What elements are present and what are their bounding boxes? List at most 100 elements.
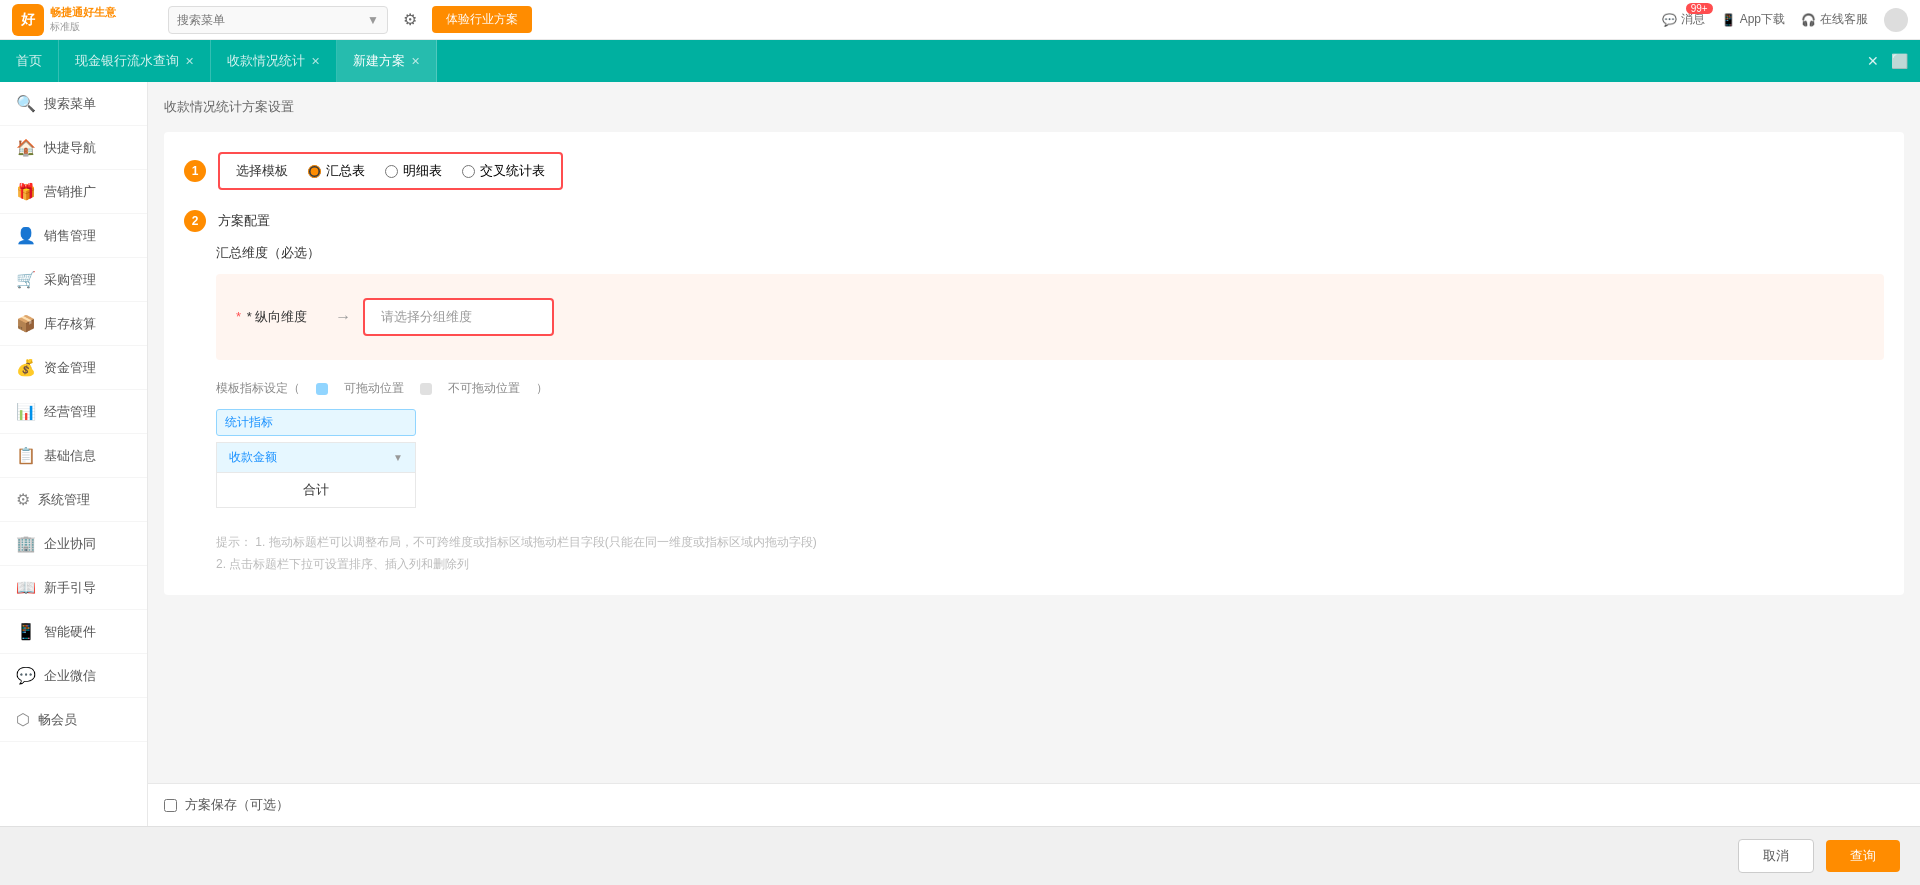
- app-download-button[interactable]: 📱 App下载: [1721, 11, 1785, 28]
- mobile-icon: 📱: [16, 622, 36, 641]
- dropdown-icon[interactable]: ▼: [367, 13, 379, 27]
- clipboard-icon: 📋: [16, 446, 36, 465]
- step1-row: 1 选择模板 汇总表 明细表: [184, 152, 1884, 190]
- sidebar-item-basic[interactable]: 📋 基础信息: [0, 434, 147, 478]
- sidebar-item-finance[interactable]: 💰 资金管理: [0, 346, 147, 390]
- config-section: 汇总维度（必选） * * 纵向维度 → 请选择分组维度 模板指标设定（: [216, 244, 1884, 575]
- arrow-icon: →: [335, 308, 351, 326]
- search-icon: 🔍: [16, 94, 36, 113]
- radio-crosstab-input[interactable]: [462, 165, 475, 178]
- step1-number: 1: [184, 160, 206, 182]
- sidebar-item-wechat[interactable]: 💬 企业微信: [0, 654, 147, 698]
- logo-icon: 好: [12, 4, 44, 36]
- sidebar-item-purchase[interactable]: 🛒 采购管理: [0, 258, 147, 302]
- save-option-label[interactable]: 方案保存（可选）: [185, 796, 289, 814]
- book-icon: 📖: [16, 578, 36, 597]
- dimension-area: * * 纵向维度 → 请选择分组维度: [216, 274, 1884, 360]
- tab-actions: ✕ ⬜: [1855, 53, 1920, 69]
- tip-line2: 2. 点击标题栏下拉可设置排序、插入列和删除列: [216, 554, 1884, 576]
- step1-label: 选择模板: [236, 162, 288, 180]
- content-area: 收款情况统计方案设置 1 选择模板 汇总表: [148, 82, 1920, 826]
- sidebar-item-marketing[interactable]: 🎁 营销推广: [0, 170, 147, 214]
- tab-new-plan[interactable]: 新建方案 ✕: [337, 40, 437, 82]
- save-option-row: 方案保存（可选）: [148, 783, 1920, 826]
- tab-home[interactable]: 首页: [0, 40, 59, 82]
- sidebar-item-hardware[interactable]: 📱 智能硬件: [0, 610, 147, 654]
- header-right: 💬 消息 99+ 📱 App下载 🎧 在线客服: [1662, 8, 1908, 32]
- gear-button[interactable]: ⚙: [396, 6, 424, 34]
- breadcrumb: 收款情况统计方案设置: [164, 98, 1904, 116]
- draggable-dot-gray: [420, 383, 432, 395]
- main-layout: 🔍 搜索菜单 🏠 快捷导航 🎁 营销推广 👤 销售管理 🛒 采购管理 📦 库存核…: [0, 82, 1920, 826]
- tab-close-cash-flow[interactable]: ✕: [185, 55, 194, 68]
- step2-row: 2 方案配置: [184, 210, 1884, 232]
- metrics-config-suffix: ）: [536, 380, 548, 397]
- draggable-legend: 模板指标设定（ 可拖动位置 不可拖动位置 ）: [216, 380, 1884, 397]
- message-icon: 💬: [1662, 13, 1677, 27]
- building-icon: 🏢: [16, 534, 36, 553]
- save-checkbox[interactable]: [164, 799, 177, 812]
- radio-detail[interactable]: 明细表: [385, 162, 442, 180]
- messages-badge: 99+: [1686, 3, 1713, 14]
- radio-summary-input[interactable]: [308, 165, 321, 178]
- main-card: 1 选择模板 汇总表 明细表: [164, 132, 1904, 595]
- service-icon: 🎧: [1801, 13, 1816, 27]
- dimension-select[interactable]: 请选择分组维度: [363, 298, 554, 336]
- metric-total-row: 合计: [217, 473, 415, 507]
- sidebar-item-guide[interactable]: 📖 新手引导: [0, 566, 147, 610]
- sidebar-item-enterprise[interactable]: 🏢 企业协同: [0, 522, 147, 566]
- dropdown-arrow-icon[interactable]: ▼: [393, 452, 403, 463]
- online-service-button[interactable]: 🎧 在线客服: [1801, 11, 1868, 28]
- box-icon: 📦: [16, 314, 36, 333]
- required-star: *: [236, 309, 241, 324]
- radio-crosstab[interactable]: 交叉统计表: [462, 162, 545, 180]
- sidebar-item-system[interactable]: ⚙ 系统管理: [0, 478, 147, 522]
- home-icon: 🏠: [16, 138, 36, 157]
- gift-icon: 🎁: [16, 182, 36, 201]
- member-icon: ⬡: [16, 710, 30, 729]
- user-avatar[interactable]: [1884, 8, 1908, 32]
- sidebar-item-member[interactable]: ⬡ 畅会员: [0, 698, 147, 742]
- stats-section-label: 统计指标: [216, 409, 416, 436]
- chart-icon: 📊: [16, 402, 36, 421]
- radio-detail-input[interactable]: [385, 165, 398, 178]
- dimension-title: 汇总维度（必选）: [216, 244, 1884, 262]
- messages-button[interactable]: 💬 消息 99+: [1662, 11, 1705, 28]
- search-bar-area[interactable]: ▼: [168, 6, 388, 34]
- radio-group-template: 汇总表 明细表 交叉统计表: [308, 162, 545, 180]
- trial-button[interactable]: 体验行业方案: [432, 6, 532, 33]
- settings-icon: ⚙: [16, 490, 30, 509]
- step2-label: 方案配置: [218, 212, 270, 230]
- sidebar-item-search[interactable]: 🔍 搜索菜单: [0, 82, 147, 126]
- cancel-button[interactable]: 取消: [1738, 839, 1814, 873]
- app-icon: 📱: [1721, 13, 1736, 27]
- stats-metrics-col: 统计指标 收款金额 ▼ 合计: [216, 409, 416, 508]
- sidebar-item-operation[interactable]: 📊 经营管理: [0, 390, 147, 434]
- metric-header-row[interactable]: 收款金额 ▼: [217, 443, 415, 473]
- close-window-button[interactable]: ✕: [1867, 53, 1879, 69]
- query-button[interactable]: 查询: [1826, 840, 1900, 872]
- logo-text: 畅捷通好生意 标准版: [50, 5, 116, 34]
- tips-area: 提示： 1. 拖动标题栏可以调整布局，不可跨维度或指标区域拖动栏目字段(只能在同…: [216, 532, 1884, 575]
- tab-close-new-plan[interactable]: ✕: [411, 55, 420, 68]
- nav-tabs: 首页 现金银行流水查询 ✕ 收款情况统计 ✕ 新建方案 ✕ ✕ ⬜: [0, 40, 1920, 82]
- search-input[interactable]: [177, 13, 367, 27]
- cart-icon: 🛒: [16, 270, 36, 289]
- sidebar-item-sales[interactable]: 👤 销售管理: [0, 214, 147, 258]
- money-icon: 💰: [16, 358, 36, 377]
- top-header: 好 畅捷通好生意 标准版 ▼ ⚙ 体验行业方案 💬 消息 99+ 📱 App下载…: [0, 0, 1920, 40]
- metrics-table-container: 统计指标 收款金额 ▼ 合计: [216, 409, 1884, 508]
- radio-summary[interactable]: 汇总表: [308, 162, 365, 180]
- sidebar-item-inventory[interactable]: 📦 库存核算: [0, 302, 147, 346]
- chat-icon: 💬: [16, 666, 36, 685]
- page-content: 收款情况统计方案设置 1 选择模板 汇总表: [148, 82, 1920, 783]
- maximize-button[interactable]: ⬜: [1891, 53, 1908, 69]
- tab-receipt-stats[interactable]: 收款情况统计 ✕: [211, 40, 337, 82]
- sidebar-item-quick-nav[interactable]: 🏠 快捷导航: [0, 126, 147, 170]
- template-select-box: 选择模板 汇总表 明细表: [218, 152, 563, 190]
- tab-close-receipt-stats[interactable]: ✕: [311, 55, 320, 68]
- logo-area: 好 畅捷通好生意 标准版: [12, 4, 160, 36]
- tab-cash-flow[interactable]: 现金银行流水查询 ✕: [59, 40, 211, 82]
- tip-line1: 提示： 1. 拖动标题栏可以调整布局，不可跨维度或指标区域拖动栏目字段(只能在同…: [216, 532, 1884, 554]
- draggable-dot-blue: [316, 383, 328, 395]
